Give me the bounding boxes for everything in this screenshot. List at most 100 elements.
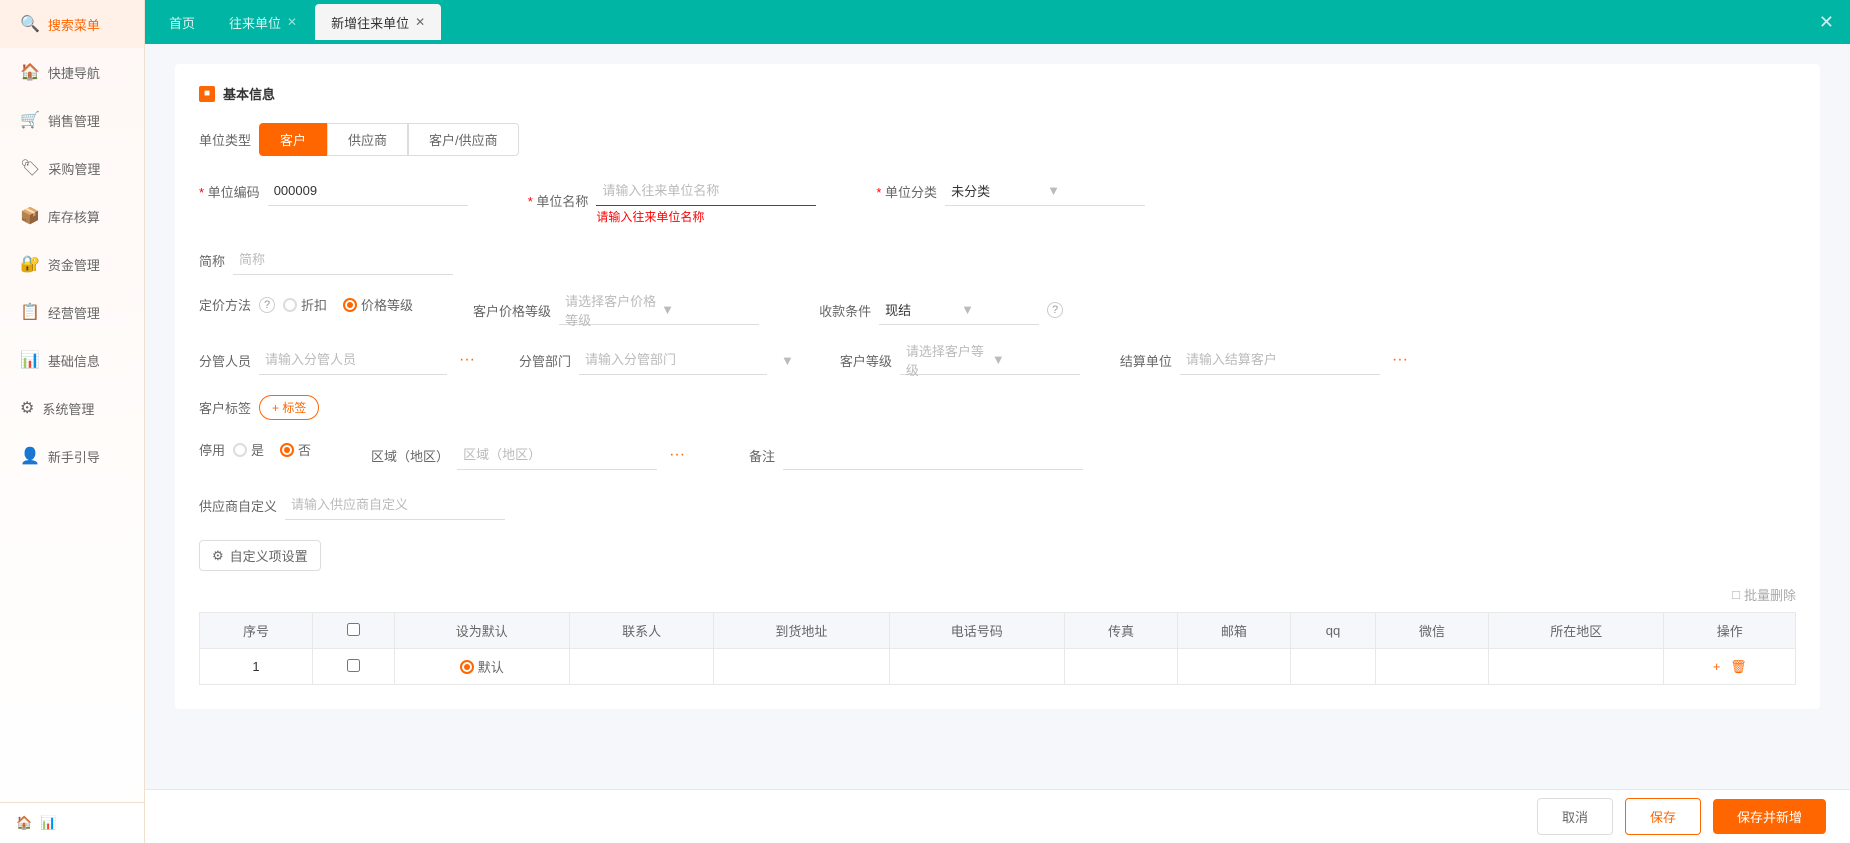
payment-help-icon[interactable]: ? — [1047, 302, 1063, 318]
radio-discount[interactable]: 折扣 — [283, 295, 327, 314]
settlement-label: 结算单位 — [1120, 351, 1172, 370]
type-btn-supplier[interactable]: 供应商 — [327, 123, 408, 156]
col-wechat: 微信 — [1376, 613, 1489, 649]
department-group: 分管部门 ▼ — [519, 345, 800, 375]
table-header-row: 序号 设为默认 联系人 到货地址 电话号码 传真 邮箱 qq 微信 所在地区 操… — [200, 613, 1796, 649]
tab-partners-close[interactable]: ✕ — [287, 15, 297, 29]
tag-row: 客户标签 + 标签 — [199, 395, 1796, 420]
unit-name-input[interactable] — [596, 176, 816, 206]
payment-terms-select[interactable]: 现结 ▼ — [879, 295, 1039, 325]
settings-icon: ⚙ — [212, 548, 224, 564]
payment-terms-group: 收款条件 现结 ▼ ? — [819, 295, 1063, 325]
chevron-down-icon2: ▼ — [661, 302, 753, 317]
chevron-down-icon5: ▼ — [992, 352, 1074, 367]
save-button[interactable]: 保存 — [1625, 798, 1701, 835]
customer-price-select[interactable]: 请选择客户价格等级 ▼ — [559, 295, 759, 325]
department-input[interactable] — [579, 345, 767, 375]
unit-name-error: 请输入往来单位名称 — [596, 208, 816, 225]
department-select[interactable]: ▼ — [775, 345, 800, 375]
cell-address — [714, 649, 889, 685]
chevron-down-icon3: ▼ — [961, 302, 1033, 317]
region-input[interactable] — [457, 440, 657, 470]
sidebar-item-operations[interactable]: 📋 经营管理 — [0, 288, 144, 336]
tab-partners[interactable]: 往来单位 ✕ — [213, 4, 313, 40]
type-btn-both[interactable]: 客户/供应商 — [408, 123, 519, 156]
sidebar-item-quicknav[interactable]: 🏠 快捷导航 — [0, 48, 144, 96]
radio-yes[interactable]: 是 — [233, 440, 264, 459]
cell-phone — [889, 649, 1064, 685]
default-radio-circle — [460, 660, 474, 674]
tab-home[interactable]: 首页 — [153, 4, 211, 40]
col-address: 到货地址 — [714, 613, 889, 649]
sidebar-item-purchase[interactable]: 🏷 采购管理 — [0, 144, 144, 192]
settlement-input[interactable] — [1180, 345, 1380, 375]
custom-settings-button[interactable]: ⚙ 自定义项设置 — [199, 540, 321, 571]
sidebar-item-sales[interactable]: 🛒 销售管理 — [0, 96, 144, 144]
settlement-more-button[interactable]: ··· — [1388, 351, 1412, 369]
manager-more-button[interactable]: ··· — [455, 351, 479, 369]
sidebar-item-search[interactable]: 🔍 搜索菜单 — [0, 0, 144, 48]
cell-email — [1177, 649, 1290, 685]
pricing-radio-group: 折扣 价格等级 — [283, 295, 413, 314]
disabled-row: 停用 是 否 区域（地区） ··· — [199, 440, 1796, 470]
manager-label: 分管人员 — [199, 351, 251, 370]
sidebar-item-finance[interactable]: 🔐 资金管理 — [0, 240, 144, 288]
tab-new-partner-close[interactable]: ✕ — [415, 15, 425, 29]
content-area: ■ 基本信息 单位类型 客户 供应商 客户/供应商 单位编码 — [145, 44, 1850, 789]
manager-input[interactable] — [259, 345, 447, 375]
radio-no[interactable]: 否 — [280, 440, 311, 459]
bottom-bar: 取消 保存 保存并新增 — [145, 789, 1850, 843]
disabled-label: 停用 — [199, 440, 225, 459]
sidebar-item-system[interactable]: ⚙ 系统管理 — [0, 384, 144, 432]
abbreviation-row: 简称 — [199, 245, 1796, 275]
unit-type-row: 单位类型 客户 供应商 客户/供应商 — [199, 123, 1796, 156]
select-all-checkbox[interactable] — [347, 623, 360, 636]
unit-code-input[interactable] — [268, 176, 468, 206]
unit-category-select[interactable]: 未分类 ▼ — [945, 176, 1145, 206]
sidebar-item-newbie[interactable]: 👤 新手引导 — [0, 432, 144, 480]
manager-group: 分管人员 ··· — [199, 345, 479, 375]
disabled-radio-group: 是 否 — [233, 440, 311, 459]
cell-fax — [1065, 649, 1178, 685]
cancel-button[interactable]: 取消 — [1537, 798, 1613, 835]
unit-info-row: 单位编码 单位名称 请输入往来单位名称 单位分类 未分类 ▼ — [199, 176, 1796, 225]
save-and-new-button[interactable]: 保存并新增 — [1713, 799, 1826, 834]
disabled-group: 停用 是 否 — [199, 440, 311, 459]
abbreviation-input[interactable] — [233, 245, 453, 275]
cell-default: 默认 — [394, 649, 569, 685]
unit-code-group: 单位编码 — [199, 176, 468, 206]
delete-row-button[interactable]: 🗑 — [1730, 659, 1747, 674]
tab-new-partner[interactable]: 新增往来单位 ✕ — [315, 4, 441, 40]
type-btn-customer[interactable]: 客户 — [259, 123, 327, 156]
pricing-help-icon[interactable]: ? — [259, 297, 275, 313]
row-checkbox[interactable] — [347, 659, 360, 672]
supplier-custom-input[interactable] — [285, 490, 505, 520]
type-buttons: 客户 供应商 客户/供应商 — [259, 123, 519, 156]
customer-level-select[interactable]: 请选择客户等级 ▼ — [900, 345, 1080, 375]
remarks-input[interactable] — [783, 440, 1083, 470]
customer-price-group: 客户价格等级 请选择客户价格等级 ▼ — [473, 295, 759, 325]
batch-delete-button[interactable]: □ 批量删除 — [199, 585, 1796, 604]
cell-qq — [1290, 649, 1375, 685]
settlement-group: 结算单位 ··· — [1120, 345, 1412, 375]
sidebar-item-inventory[interactable]: 📦 库存核算 — [0, 192, 144, 240]
col-qq: qq — [1290, 613, 1375, 649]
unit-category-group: 单位分类 未分类 ▼ — [876, 176, 1145, 206]
region-more-button[interactable]: ··· — [665, 446, 689, 464]
add-tag-button[interactable]: + 标签 — [259, 395, 319, 420]
window-close-button[interactable]: ✕ — [1811, 12, 1842, 33]
section-title: ■ 基本信息 — [199, 84, 1796, 103]
supplier-custom-row: 供应商自定义 — [199, 490, 1796, 520]
section-icon: ■ — [199, 86, 215, 102]
cell-region — [1489, 649, 1664, 685]
default-radio[interactable]: 默认 — [405, 657, 559, 676]
sidebar-item-basic[interactable]: 📊 基础信息 — [0, 336, 144, 384]
customer-level-label: 客户等级 — [840, 351, 892, 370]
customer-tag-label: 客户标签 — [199, 398, 251, 417]
cell-contact — [570, 649, 714, 685]
add-row-button[interactable]: + — [1713, 659, 1721, 674]
tab-bar: 首页 往来单位 ✕ 新增往来单位 ✕ ✕ — [145, 0, 1850, 44]
unit-code-label: 单位编码 — [199, 182, 260, 201]
radio-pricelevel[interactable]: 价格等级 — [343, 295, 413, 314]
col-email: 邮箱 — [1177, 613, 1290, 649]
